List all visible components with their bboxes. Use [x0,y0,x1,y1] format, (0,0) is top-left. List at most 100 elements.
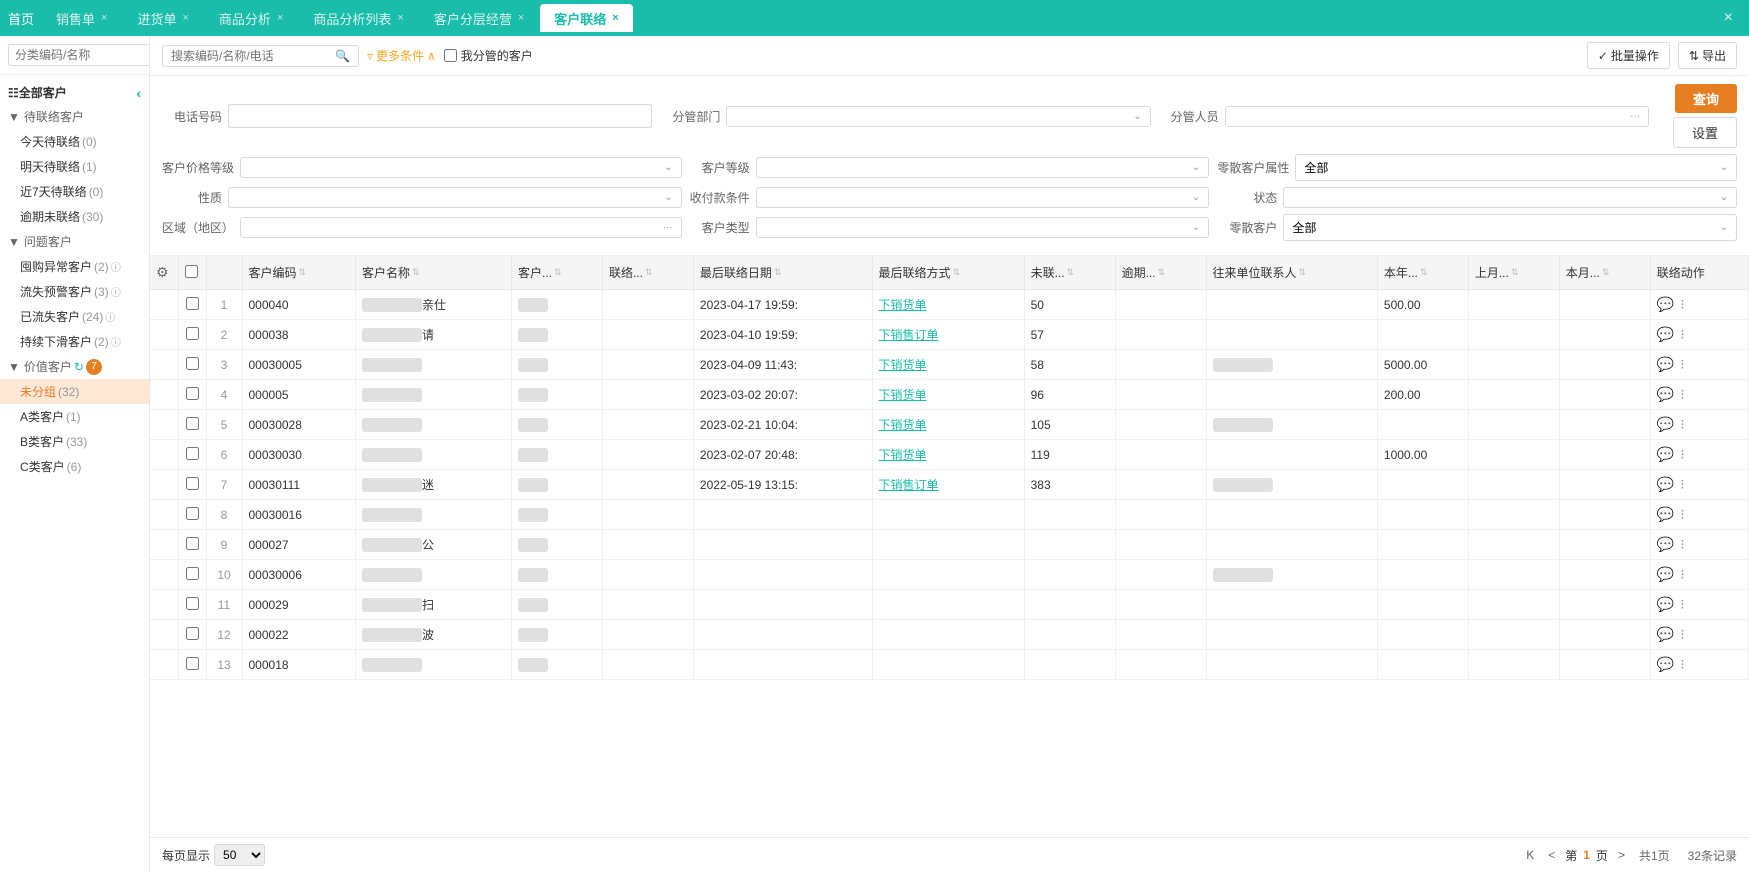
tab-close-customer-manager[interactable]: × [518,12,524,24]
refresh-icon[interactable]: ↻ [74,360,84,374]
grid-action-icon-11[interactable]: ⁝ [1680,626,1684,643]
contact-way-link-4[interactable]: 下销货单 [879,418,927,432]
payment-select[interactable]: ⌄ [756,187,1210,208]
sidebar-problem-group[interactable]: ▼ 问题客户 [0,229,149,254]
sidebar-all-customers[interactable]: ☷ 全部客户 ‹ [0,79,149,104]
retail-customer-select[interactable]: 全部 ⌄ [1283,214,1737,241]
chat-icon-9[interactable]: 💬 [1657,566,1674,583]
page-size-select[interactable]: 50 100 [214,844,265,866]
sidebar-item-today-pending[interactable]: 今天待联络(0) [0,129,149,154]
area-select[interactable]: ··· [240,217,682,238]
grid-action-icon-8[interactable]: ⁝ [1680,536,1684,553]
grid-action-icon-9[interactable]: ⁝ [1680,566,1684,583]
grid-action-icon-0[interactable]: ⁝ [1680,296,1684,313]
settings-icon[interactable]: ⚙ [156,264,169,280]
sidebar-item-b-class[interactable]: B类客户(33) [0,429,149,454]
row-checkbox-12[interactable] [186,657,199,670]
contact-way-link-1[interactable]: 下销售订单 [879,328,939,342]
th-this-month[interactable]: 本月...⇅ [1559,256,1650,290]
contact-way-link-0[interactable]: 下销货单 [879,298,927,312]
row-checkbox-4[interactable] [186,417,199,430]
th-contact[interactable]: 联络...⇅ [602,256,693,290]
grid-action-icon-10[interactable]: ⁝ [1680,596,1684,613]
tab-close-customer-contact[interactable]: × [612,12,618,24]
grid-action-icon-12[interactable]: ⁝ [1680,656,1684,673]
tab-close-analysis-list[interactable]: × [397,12,403,24]
th-last-way[interactable]: 最后联络方式⇅ [872,256,1024,290]
phone-input[interactable] [228,104,652,128]
retail-attr-select[interactable]: 全部 ⌄ [1295,154,1737,181]
close-all-button[interactable]: × [1716,9,1741,27]
chat-icon-7[interactable]: 💬 [1657,506,1674,523]
sidebar-item-overdue[interactable]: 逾期未联络(30) [0,204,149,229]
row-checkbox-10[interactable] [186,597,199,610]
chat-icon-2[interactable]: 💬 [1657,356,1674,373]
th-not-contacted[interactable]: 未联...⇅ [1024,256,1115,290]
manager-select[interactable]: ··· [1225,106,1649,127]
row-checkbox-9[interactable] [186,567,199,580]
th-this-year[interactable]: 本年...⇅ [1377,256,1468,290]
tab-close-analysis[interactable]: × [277,12,283,24]
row-checkbox-11[interactable] [186,627,199,640]
sidebar-item-churn-warn[interactable]: 流失预警客户(3) ⓘ [0,279,149,304]
sidebar-item-abnormal[interactable]: 囤购异常客户(2) ⓘ [0,254,149,279]
reset-button[interactable]: 设置 [1673,117,1737,148]
th-overdue[interactable]: 逾期...⇅ [1115,256,1206,290]
row-checkbox-8[interactable] [186,537,199,550]
tab-purchase[interactable]: 进货单 × [123,4,202,32]
grid-action-icon-6[interactable]: ⁝ [1680,476,1684,493]
tab-close-purchase[interactable]: × [182,12,188,24]
contact-way-link-2[interactable]: 下销货单 [879,358,927,372]
grid-action-icon-2[interactable]: ⁝ [1680,356,1684,373]
sidebar-item-a-class[interactable]: A类客户(1) [0,404,149,429]
export-button[interactable]: ⇅ 导出 [1678,42,1737,69]
more-conditions-btn[interactable]: ▿ 更多条件 ∧ [367,47,436,64]
query-button[interactable]: 查询 [1675,84,1737,113]
first-page-btn[interactable]: K [1522,846,1538,864]
sidebar-item-tomorrow-pending[interactable]: 明天待联络(1) [0,154,149,179]
batch-op-button[interactable]: ✓ 批量操作 [1587,42,1670,69]
chat-icon-1[interactable]: 💬 [1657,326,1674,343]
sidebar-item-ungroup[interactable]: 未分组(32) [0,379,149,404]
select-all-checkbox[interactable] [185,265,198,278]
row-checkbox-6[interactable] [186,477,199,490]
sidebar-item-c-class[interactable]: C类客户(6) [0,454,149,479]
my-customers-checkbox[interactable] [444,49,457,62]
dept-select[interactable]: ⌄ [726,106,1150,127]
price-level-select[interactable]: ⌄ [240,157,682,178]
chat-icon-3[interactable]: 💬 [1657,386,1674,403]
th-name[interactable]: 客户名称⇅ [355,256,511,290]
contact-way-link-3[interactable]: 下销货单 [879,388,927,402]
tab-customer-contact[interactable]: 客户联络 × [540,4,632,32]
tab-customer-manager[interactable]: 客户分层经营 × [420,4,538,32]
search-input[interactable] [171,49,331,63]
prev-page-btn[interactable]: < [1544,846,1559,864]
row-checkbox-5[interactable] [186,447,199,460]
sidebar-item-lost[interactable]: 已流失客户(24) ⓘ [0,304,149,329]
chat-icon-12[interactable]: 💬 [1657,656,1674,673]
tab-home[interactable]: 首页 [8,9,34,28]
sidebar-item-declining[interactable]: 持续下滑客户(2) ⓘ [0,329,149,354]
chat-icon-0[interactable]: 💬 [1657,296,1674,313]
chat-icon-5[interactable]: 💬 [1657,446,1674,463]
search-icon[interactable]: 🔍 [335,49,350,63]
chat-icon-10[interactable]: 💬 [1657,596,1674,613]
customer-level-select[interactable]: ⌄ [756,157,1210,178]
sidebar-collapse-btn[interactable]: ‹ [136,85,141,101]
contact-way-link-6[interactable]: 下销售订单 [879,478,939,492]
th-type[interactable]: 客户...⇅ [511,256,602,290]
chat-icon-8[interactable]: 💬 [1657,536,1674,553]
chat-icon-11[interactable]: 💬 [1657,626,1674,643]
tab-close-sales[interactable]: × [101,12,107,24]
sidebar-item-7days-pending[interactable]: 近7天待联络(0) [0,179,149,204]
row-checkbox-7[interactable] [186,507,199,520]
contact-way-link-5[interactable]: 下销货单 [879,448,927,462]
grid-action-icon-3[interactable]: ⁝ [1680,386,1684,403]
th-contact-person[interactable]: 往来单位联系人⇅ [1206,256,1377,290]
sidebar-pending-group[interactable]: ▼ 待联络客户 [0,104,149,129]
tab-sales[interactable]: 销售单 × [42,4,121,32]
row-checkbox-1[interactable] [186,327,199,340]
status-select[interactable]: ⌄ [1283,187,1737,208]
customer-type-select[interactable]: ⌄ [756,217,1210,238]
grid-action-icon-7[interactable]: ⁝ [1680,506,1684,523]
